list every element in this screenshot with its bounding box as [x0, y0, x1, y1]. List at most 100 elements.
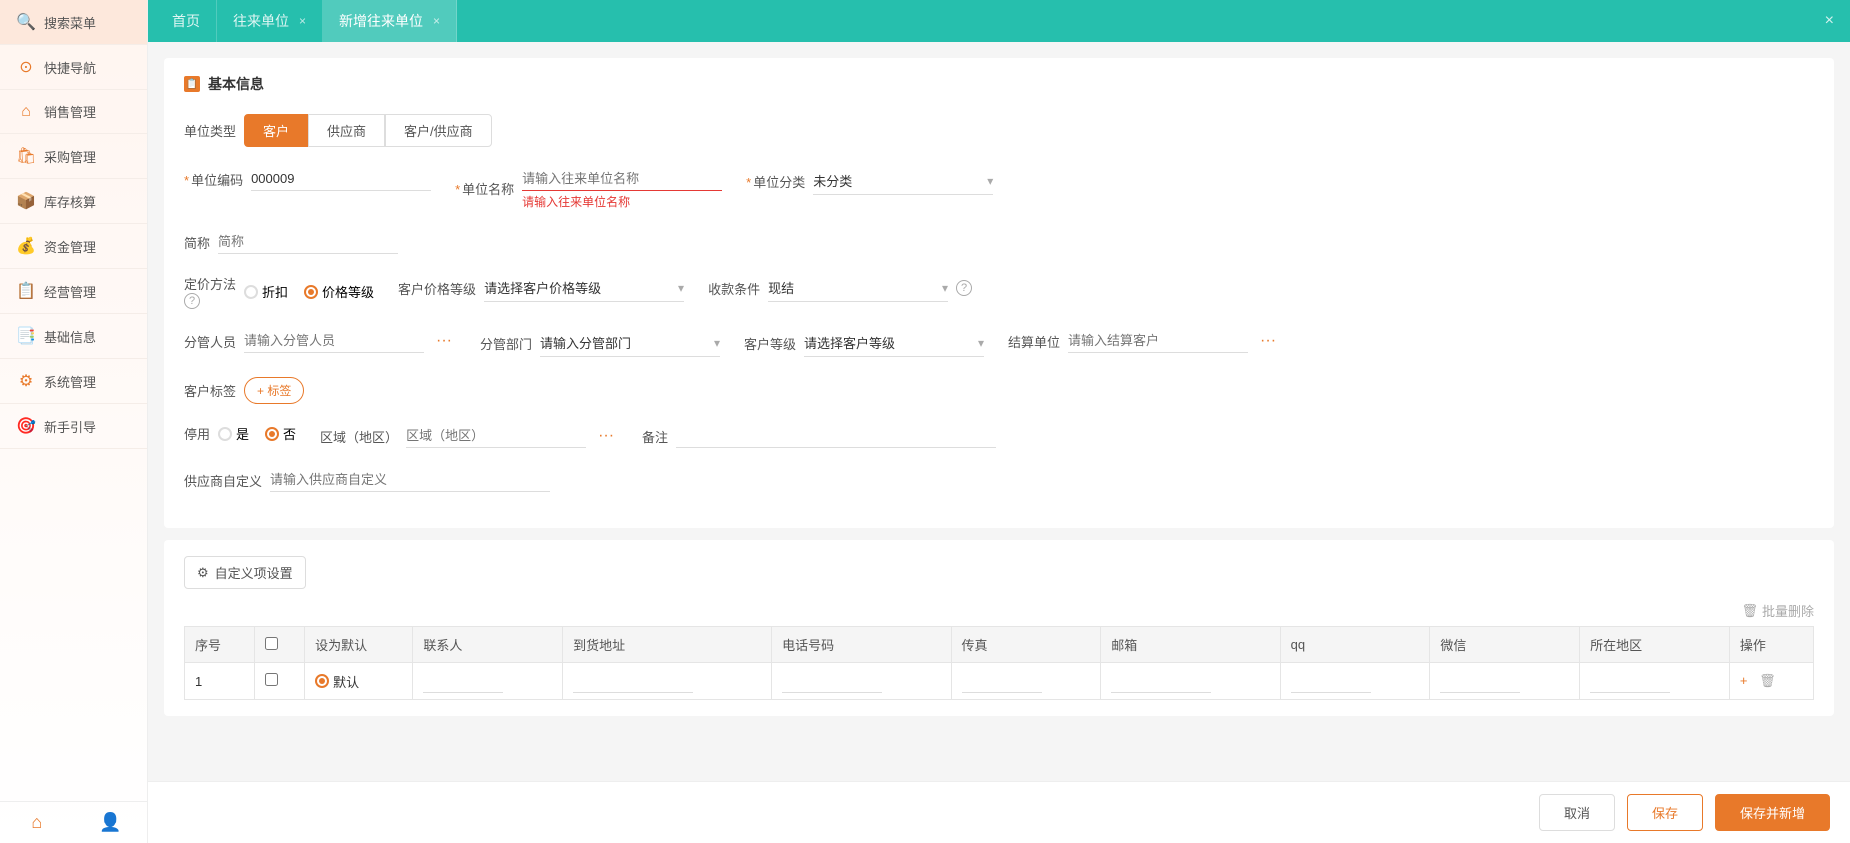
customer-price-level-field: 客户价格等级 请选择客户价格等级 ▾: [398, 274, 684, 302]
address-input[interactable]: [573, 669, 693, 693]
department-field: 分管部门 请输入分管部门 ▾: [480, 329, 720, 357]
unit-type-label: 单位类型: [184, 121, 236, 140]
sidebar-item-sales[interactable]: ⌂ 销售管理: [0, 90, 147, 134]
unit-category-select[interactable]: 未分类 ▾: [813, 167, 993, 195]
contact-input[interactable]: [423, 669, 503, 693]
col-phone: 电话号码: [772, 627, 951, 663]
sidebar-item-system[interactable]: ⚙ 系统管理: [0, 359, 147, 404]
table-row: 1 默认: [185, 663, 1814, 700]
sidebar-item-inventory[interactable]: 📦 库存核算: [0, 179, 147, 224]
payment-terms-select[interactable]: 现结 ▾: [768, 274, 948, 302]
sidebar-item-finance[interactable]: 💰 资金管理: [0, 224, 147, 269]
basic-info-card: 📋 基本信息 单位类型 客户 供应商 客户/供应商 *单位编码: [164, 58, 1834, 528]
phone-input[interactable]: [782, 669, 882, 693]
select-all-checkbox[interactable]: [265, 637, 278, 650]
settlement-more-btn[interactable]: ···: [1256, 332, 1280, 350]
region-input[interactable]: [406, 424, 586, 448]
unit-name-input[interactable]: [522, 167, 722, 191]
col-contact: 联系人: [413, 627, 563, 663]
pricing-row: 定价方法 ? 折扣 价格等级 客户: [184, 274, 1814, 309]
col-action: 操作: [1729, 627, 1813, 663]
type-btn-both[interactable]: 客户/供应商: [385, 114, 492, 147]
close-all-tabs-button[interactable]: ×: [1817, 12, 1842, 30]
save-button[interactable]: 保存: [1627, 794, 1703, 831]
remark-field: 备注: [642, 424, 996, 448]
supplier-custom-row: 供应商自定义: [184, 468, 1814, 492]
unit-category-label: *单位分类: [746, 172, 805, 191]
pricing-help-icon[interactable]: ?: [184, 293, 200, 309]
discount-radio-circle: [244, 285, 258, 299]
tags-row: 客户标签 + 标签: [184, 377, 1814, 404]
disable-field: 停用 是 否: [184, 424, 296, 443]
settlement-label: 结算单位: [1008, 332, 1060, 351]
supplier-custom-input[interactable]: [270, 468, 550, 492]
department-select[interactable]: 请输入分管部门 ▾: [540, 329, 720, 357]
sidebar-item-operations[interactable]: 📋 经营管理: [0, 269, 147, 314]
pricing-discount[interactable]: 折扣: [244, 282, 288, 301]
customer-level-field: 客户等级 请选择客户等级 ▾: [744, 329, 984, 357]
manager-more-btn[interactable]: ···: [432, 332, 456, 350]
sidebar-item-purchase[interactable]: 🛍 采购管理: [0, 134, 147, 179]
sidebar-item-quick-nav[interactable]: ⊙ 快捷导航: [0, 45, 147, 90]
manager-field: 分管人员 ···: [184, 329, 456, 353]
abbr-input[interactable]: [218, 230, 398, 254]
unit-category-arrow: ▾: [987, 174, 993, 188]
main-content: 首页 往来单位 × 新增往来单位 × × 📋 基本信息 单位类型 客户: [148, 0, 1850, 843]
sidebar-item-search[interactable]: 🔍 搜索菜单: [0, 0, 147, 45]
add-tag-button[interactable]: + 标签: [244, 377, 304, 404]
sidebar: 🔍 搜索菜单 ⊙ 快捷导航 ⌂ 销售管理 🛍 采购管理 📦 库存核算 💰 资金管…: [0, 0, 148, 843]
type-btn-supplier[interactable]: 供应商: [308, 114, 385, 147]
payment-terms-help-icon[interactable]: ?: [956, 280, 972, 296]
delete-row-button[interactable]: 🗑: [1759, 673, 1776, 688]
row-region-input[interactable]: [1590, 669, 1670, 693]
customer-price-level-label: 客户价格等级: [398, 279, 476, 298]
custom-settings-button[interactable]: ⚙ 自定义项设置: [184, 556, 306, 589]
save-and-new-button[interactable]: 保存并新增: [1715, 794, 1830, 831]
disable-radio-group: 是 否: [218, 424, 296, 443]
sidebar-item-basics[interactable]: 📑 基础信息: [0, 314, 147, 359]
disable-no[interactable]: 否: [265, 424, 296, 443]
tab-new-partner-close[interactable]: ×: [433, 14, 440, 28]
tab-new-partner[interactable]: 新增往来单位 ×: [323, 0, 457, 42]
finance-icon: 💰: [16, 236, 36, 256]
settlement-field: 结算单位 ···: [1008, 329, 1280, 353]
sidebar-item-guide[interactable]: 🎯 新手引导: [0, 404, 147, 449]
qq-input[interactable]: [1291, 669, 1371, 693]
tab-home[interactable]: 首页: [156, 0, 217, 42]
cancel-button[interactable]: 取消: [1539, 794, 1615, 831]
payment-terms-label: 收款条件: [708, 279, 760, 298]
disable-yes[interactable]: 是: [218, 424, 249, 443]
row-address: [563, 663, 772, 700]
pricing-price-level[interactable]: 价格等级: [304, 282, 374, 301]
region-more-btn[interactable]: ···: [594, 427, 618, 445]
wechat-input[interactable]: [1440, 669, 1520, 693]
remark-input[interactable]: [676, 424, 996, 448]
disable-region-row: 停用 是 否 区域（地区） ···: [184, 424, 1814, 448]
row-qq: [1280, 663, 1430, 700]
tab-partners-close[interactable]: ×: [299, 14, 306, 28]
tags-label: 客户标签: [184, 381, 236, 400]
unit-code-input[interactable]: [251, 167, 431, 191]
unit-type-row: 单位类型 客户 供应商 客户/供应商: [184, 114, 1814, 147]
customer-price-level-select[interactable]: 请选择客户价格等级 ▾: [484, 274, 684, 302]
row-select-checkbox[interactable]: [265, 673, 278, 686]
add-row-button[interactable]: +: [1740, 673, 1748, 688]
tab-partners[interactable]: 往来单位 ×: [217, 0, 323, 42]
default-radio[interactable]: 默认: [315, 672, 402, 691]
col-fax: 传真: [951, 627, 1101, 663]
customer-level-select[interactable]: 请选择客户等级 ▾: [804, 329, 984, 357]
abbr-field: 简称: [184, 230, 398, 254]
unit-type-buttons: 客户 供应商 客户/供应商: [244, 114, 492, 147]
row-wechat: [1430, 663, 1580, 700]
batch-delete-label[interactable]: 批量删除: [1762, 601, 1814, 620]
settlement-input[interactable]: [1068, 329, 1248, 353]
manager-input[interactable]: [244, 329, 424, 353]
manager-row: 分管人员 ··· 分管部门 请输入分管部门 ▾ 客户等级 请选择客户等级 ▾: [184, 329, 1814, 357]
unit-type-field: 单位类型 客户 供应商 客户/供应商: [184, 114, 492, 147]
type-btn-customer[interactable]: 客户: [244, 114, 308, 147]
sidebar-user-icon[interactable]: 👤: [74, 802, 148, 843]
email-input[interactable]: [1111, 669, 1211, 693]
unit-name-error-msg: 请输入往来单位名称: [522, 193, 722, 210]
sidebar-home-icon[interactable]: ⌂: [0, 802, 74, 843]
fax-input[interactable]: [962, 669, 1042, 693]
